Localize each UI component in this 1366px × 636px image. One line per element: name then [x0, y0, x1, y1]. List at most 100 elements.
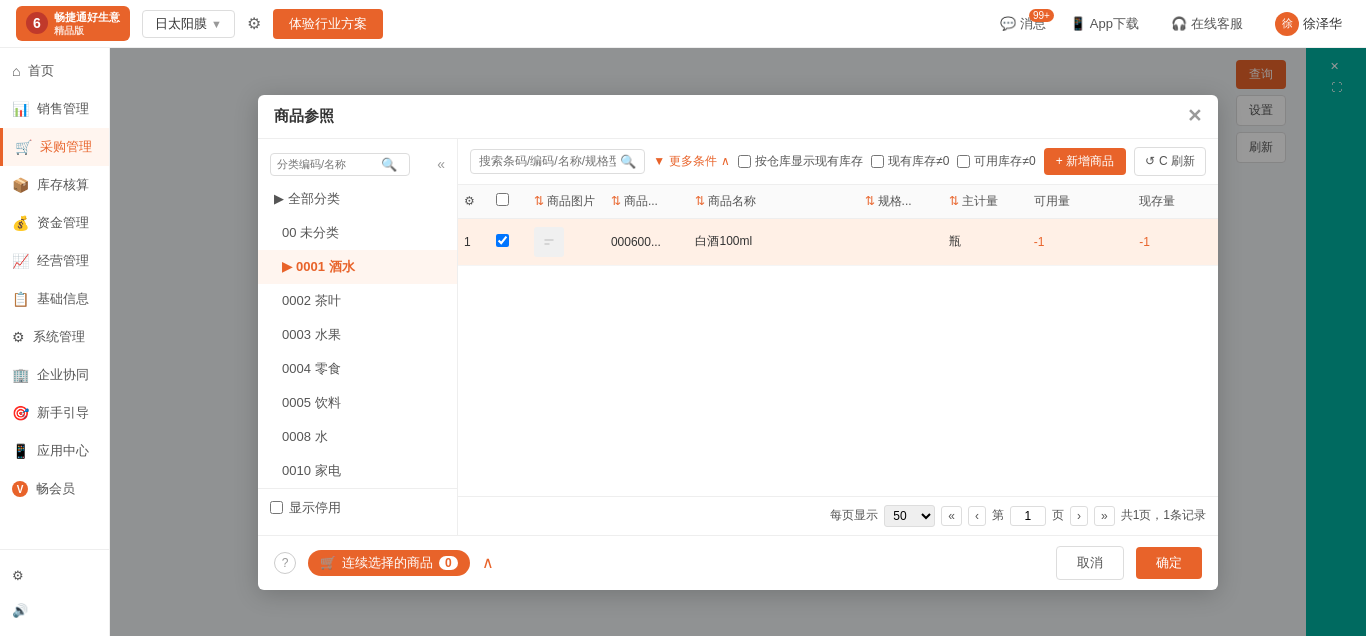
cat-item-all[interactable]: ▶ 全部分类: [258, 182, 457, 216]
modal-close-button[interactable]: ✕: [1187, 107, 1202, 125]
sidebar-settings[interactable]: ⚙: [0, 558, 109, 593]
row-name: 白酒100ml: [689, 218, 858, 265]
main-layout: ⌂ 首页 📊 销售管理 🛒 采购管理 📦 库存核算 💰 资金管理 📈 经营管理 …: [0, 48, 1366, 636]
product-search-input[interactable]: [479, 154, 616, 168]
purchase-icon: 🛒: [15, 139, 32, 155]
cat-item-tea[interactable]: 0002 茶叶: [258, 284, 457, 318]
category-search-input[interactable]: [277, 158, 377, 170]
guide-icon: 🎯: [12, 405, 29, 421]
first-page-button[interactable]: «: [941, 506, 962, 526]
cat-item-label: 0001 酒水: [296, 258, 355, 276]
sidebar-item-basics[interactable]: 📋 基础信息: [0, 280, 109, 318]
product-search-box[interactable]: 🔍: [470, 149, 645, 174]
modal-footer: ? 🛒 连续选择的商品 0 ∧ 取消 确定: [258, 535, 1218, 590]
sidebar-item-operations[interactable]: 📈 经营管理: [0, 242, 109, 280]
available-stock-filter[interactable]: 可用库存≠0: [957, 153, 1035, 170]
message-badge: 99+: [1029, 9, 1054, 22]
product-table: ⚙ ⇅商品图片 ⇅商品... ⇅商品名称 ⇅规格... ⇅主计量 可用量 现存: [458, 185, 1218, 266]
filter-label: 更多条件: [669, 153, 717, 170]
more-filter-button[interactable]: ▼ 更多条件 ∧: [653, 153, 730, 170]
modal-overlay: 商品参照 ✕ 🔍 «: [110, 48, 1366, 636]
footer-collapse-icon[interactable]: ∧: [482, 553, 494, 572]
category-search-box[interactable]: 🔍: [270, 153, 410, 176]
confirm-button[interactable]: 确定: [1136, 547, 1202, 579]
collapse-sidebar-button[interactable]: «: [437, 156, 445, 172]
available-stock-checkbox[interactable]: [957, 155, 970, 168]
cat-item-uncategorized[interactable]: 00 未分类: [258, 216, 457, 250]
col-unit[interactable]: ⇅主计量: [943, 185, 1028, 219]
sidebar-item-home[interactable]: ⌂ 首页: [0, 52, 109, 90]
nav-selector[interactable]: 日太阳膜 ▼: [142, 10, 235, 38]
category-search-icon[interactable]: 🔍: [381, 157, 397, 172]
cart-label: 连续选择的商品: [342, 554, 433, 572]
per-page-select[interactable]: 50 10 20 100: [884, 505, 935, 527]
cat-item-water[interactable]: 0008 水: [258, 420, 457, 454]
table-row[interactable]: 1 000600... 白酒100ml: [458, 218, 1218, 265]
headset-icon: 🎧: [1171, 16, 1187, 31]
cat-item-label: 0003 水果: [282, 326, 341, 344]
gear-icon[interactable]: ⚙: [247, 14, 261, 33]
refresh-button[interactable]: ↺ C 刷新: [1134, 147, 1206, 176]
col-checkbox[interactable]: [490, 185, 528, 219]
sidebar-audio[interactable]: 🔊: [0, 593, 109, 628]
col-code[interactable]: ⇅商品...: [605, 185, 690, 219]
col-available[interactable]: 可用量: [1028, 185, 1134, 219]
cart-selection-button[interactable]: 🛒 连续选择的商品 0: [308, 550, 470, 576]
cat-item-fruit[interactable]: 0003 水果: [258, 318, 457, 352]
cat-item-beverage[interactable]: 0005 饮料: [258, 386, 457, 420]
help-icon[interactable]: ?: [274, 552, 296, 574]
sidebar-item-label: 资金管理: [37, 214, 89, 232]
sidebar-item-finance[interactable]: 💰 资金管理: [0, 204, 109, 242]
col-spec[interactable]: ⇅规格...: [859, 185, 944, 219]
per-page-label: 每页显示: [830, 507, 878, 524]
total-records: 共1页，1条记录: [1121, 507, 1206, 524]
show-disabled-checkbox[interactable]: [270, 501, 283, 514]
cat-item-liquor[interactable]: ▶ 0001 酒水: [258, 250, 457, 284]
sidebar-item-member[interactable]: V 畅会员: [0, 470, 109, 508]
cat-item-label: 0008 水: [282, 428, 328, 446]
sidebar-item-inventory[interactable]: 📦 库存核算: [0, 166, 109, 204]
col-name[interactable]: ⇅商品名称: [689, 185, 858, 219]
user-avatar[interactable]: 徐 徐泽华: [1267, 12, 1350, 36]
col-settings[interactable]: ⚙: [458, 185, 490, 219]
current-stock-checkbox[interactable]: [871, 155, 884, 168]
cancel-button[interactable]: 取消: [1056, 546, 1124, 580]
sidebar-item-purchase[interactable]: 🛒 采购管理: [0, 128, 109, 166]
sidebar-item-apps[interactable]: 📱 应用中心: [0, 432, 109, 470]
logo-text: 畅捷通好生意 精品版: [54, 10, 120, 37]
filter-up-icon: ∧: [721, 154, 730, 168]
row-available: -1: [1028, 218, 1134, 265]
product-search-icon[interactable]: 🔍: [620, 154, 636, 169]
trial-button[interactable]: 体验行业方案: [273, 9, 383, 39]
cat-item-snack[interactable]: 0004 零食: [258, 352, 457, 386]
next-page-button[interactable]: ›: [1070, 506, 1088, 526]
select-all-checkbox[interactable]: [496, 193, 509, 206]
modal-title: 商品参照: [274, 107, 334, 126]
sidebar-item-enterprise[interactable]: 🏢 企业协同: [0, 356, 109, 394]
add-product-button[interactable]: + 新增商品: [1044, 148, 1126, 175]
sidebar-item-sales[interactable]: 📊 销售管理: [0, 90, 109, 128]
cat-item-appliance[interactable]: 0010 家电: [258, 454, 457, 488]
last-page-button[interactable]: »: [1094, 506, 1115, 526]
page-number-input[interactable]: [1010, 506, 1046, 526]
col-stock[interactable]: 现存量: [1133, 185, 1218, 219]
sidebar-item-guide[interactable]: 🎯 新手引导: [0, 394, 109, 432]
warehouse-checkbox[interactable]: [738, 155, 751, 168]
sidebar: ⌂ 首页 📊 销售管理 🛒 采购管理 📦 库存核算 💰 资金管理 📈 经营管理 …: [0, 48, 110, 636]
app-download-button[interactable]: 📱 App下载: [1062, 15, 1147, 33]
row-checkbox-cell[interactable]: [490, 218, 528, 265]
sidebar-item-label: 企业协同: [37, 366, 89, 384]
message-button[interactable]: 💬 消息 99+: [1000, 15, 1046, 33]
online-service-button[interactable]: 🎧 在线客服: [1163, 15, 1251, 33]
row-checkbox[interactable]: [496, 234, 509, 247]
apps-icon: 📱: [12, 443, 29, 459]
sidebar-item-system[interactable]: ⚙ 系统管理: [0, 318, 109, 356]
top-nav: 6 畅捷通好生意 精品版 日太阳膜 ▼ ⚙ 体验行业方案 💬 消息 99+ 📱 …: [0, 0, 1366, 48]
sidebar-item-label: 基础信息: [37, 290, 89, 308]
current-stock-filter[interactable]: 现有库存≠0: [871, 153, 949, 170]
prev-page-button[interactable]: ‹: [968, 506, 986, 526]
row-image-cell: [528, 218, 605, 265]
col-image[interactable]: ⇅商品图片: [528, 185, 605, 219]
show-disabled-label[interactable]: 显示停用: [289, 499, 341, 517]
warehouse-filter[interactable]: 按仓库显示现有库存: [738, 153, 863, 170]
